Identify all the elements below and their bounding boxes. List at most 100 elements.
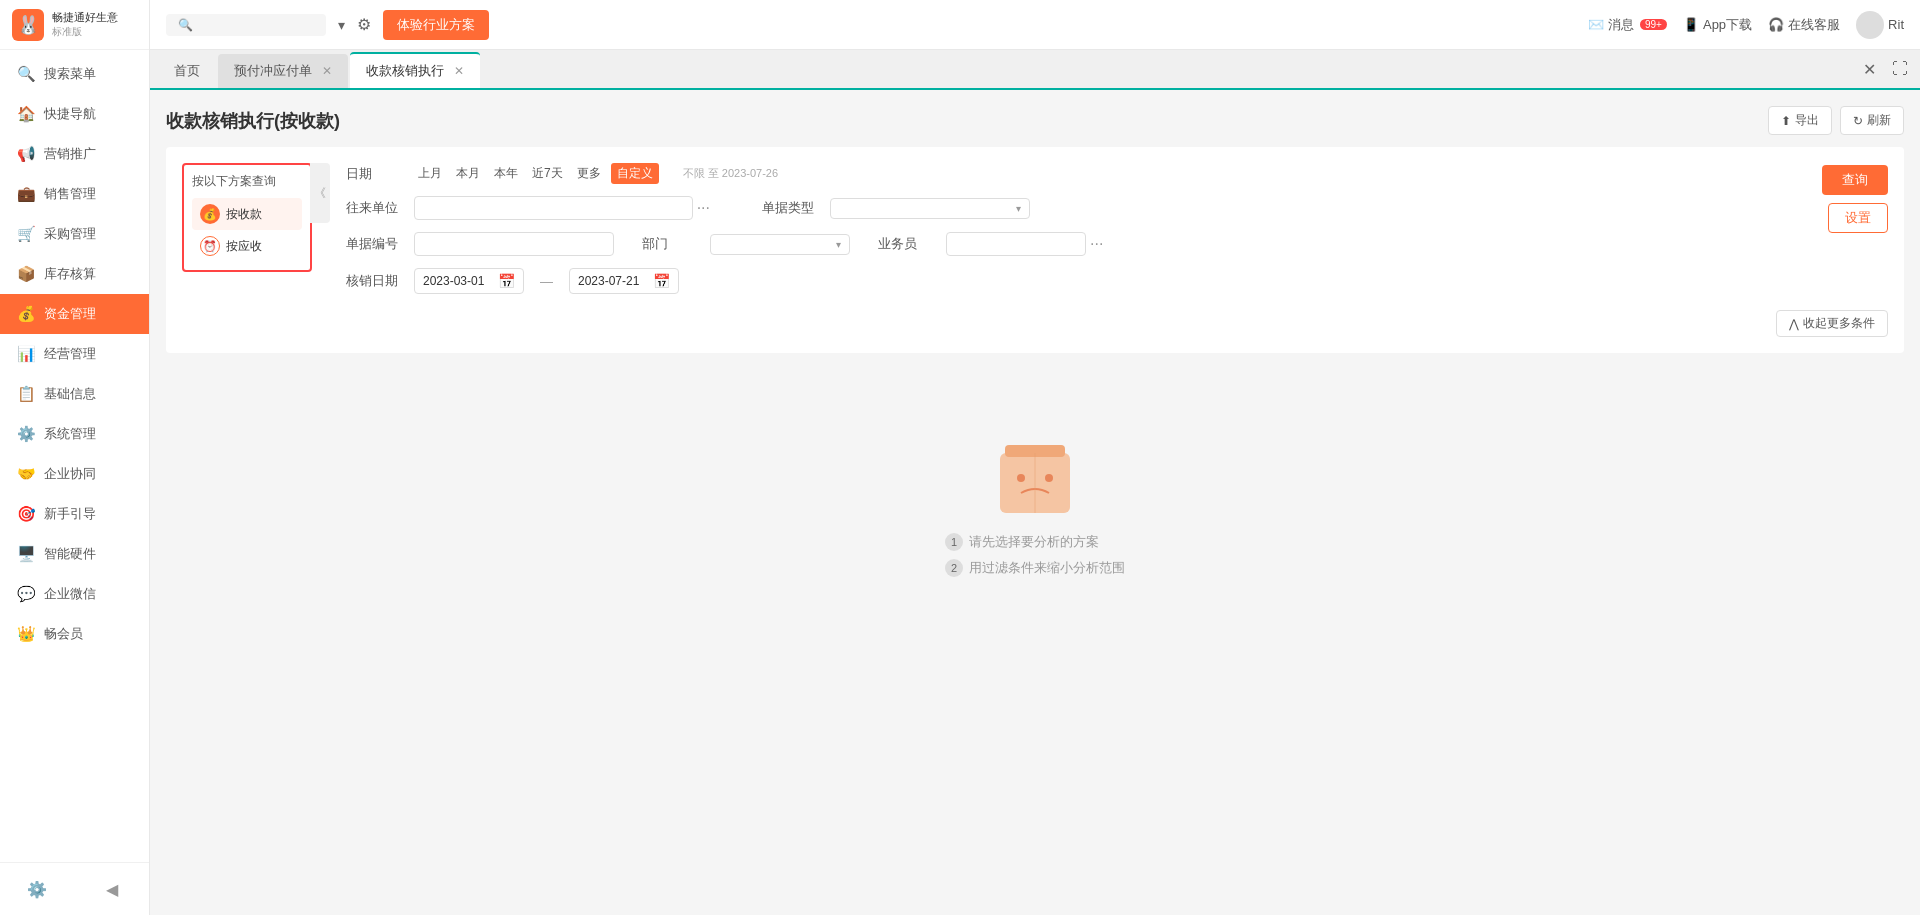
logo-icon: 🐰	[12, 9, 44, 41]
wechat-icon: 💬	[16, 584, 36, 604]
writeoff-date-end-group: 2023-07-21 📅	[569, 268, 679, 294]
topbar-search[interactable]: 🔍	[166, 14, 326, 36]
sidebar-item-sales[interactable]: 💼 销售管理	[0, 174, 149, 214]
filter-settings-button[interactable]: 设置	[1828, 203, 1888, 233]
sidebar-item-basic[interactable]: 📋 基础信息	[0, 374, 149, 414]
writeoff-date-end[interactable]: 2023-07-21 📅	[569, 268, 679, 294]
export-button[interactable]: ⬆ 导出	[1768, 106, 1832, 135]
logo-sub: 标准版	[52, 25, 118, 39]
refresh-label: 刷新	[1867, 112, 1891, 129]
salesperson-more-btn[interactable]: ···	[1086, 235, 1107, 253]
sidebar-menu: 🔍 搜索菜单 🏠 快捷导航 📢 营销推广 💼 销售管理 🛒 采购管理 📦 库存核…	[0, 50, 149, 862]
sidebar-item-label-wechat: 企业微信	[44, 585, 96, 603]
topbar: 🔍 ▾ ⚙ 体验行业方案 ✉️ 消息 99+ 📱 App下载 🎧 在线客服 Ri…	[150, 0, 1920, 50]
sidebar-item-label-enterprise: 企业协同	[44, 465, 96, 483]
doc-number-input[interactable]	[414, 232, 614, 256]
collection-tab-label: 收款核销执行	[366, 62, 444, 80]
main-area: 🔍 ▾ ⚙ 体验行业方案 ✉️ 消息 99+ 📱 App下载 🎧 在线客服 Ri…	[150, 0, 1920, 915]
sidebar-item-label-vip: 畅会员	[44, 625, 83, 643]
app-download-label: App下载	[1703, 16, 1752, 34]
writeoff-date-label: 核销日期	[346, 272, 398, 290]
filter-by-collection[interactable]: 💰 按收款	[192, 198, 302, 230]
collapse-more-btn[interactable]: ⋀ 收起更多条件	[1776, 310, 1888, 337]
salesperson-input[interactable]	[946, 232, 1086, 256]
tab-collection-close[interactable]: ✕	[454, 64, 464, 78]
sidebar-item-system[interactable]: ⚙️ 系统管理	[0, 414, 149, 454]
sidebar-item-hardware[interactable]: 🖥️ 智能硬件	[0, 534, 149, 574]
tab-prepay[interactable]: 预付冲应付单 ✕	[218, 54, 348, 88]
collapse-label: 收起更多条件	[1803, 315, 1875, 332]
user-avatar	[1856, 11, 1884, 39]
sidebar-item-label-search: 搜索菜单	[44, 65, 96, 83]
date-label: 日期	[346, 165, 398, 183]
receivable-option-label: 按应收	[226, 238, 262, 255]
filter-row-writeoff: 核销日期 2023-03-01 📅 — 2023-07-21	[346, 268, 1810, 294]
sidebar-item-inventory[interactable]: 📦 库存核算	[0, 254, 149, 294]
writeoff-end-value: 2023-07-21	[578, 274, 639, 288]
close-tab-btn[interactable]: ✕	[1859, 58, 1880, 81]
query-button[interactable]: 查询	[1822, 165, 1888, 195]
user-name: Rit	[1888, 17, 1904, 32]
home-tab-label: 首页	[174, 62, 200, 80]
filter-panel: 按以下方案查询 💰 按收款 ⏰ 按应收 《	[166, 147, 1904, 353]
collapse-sidebar-btn[interactable]: ◀	[94, 871, 130, 907]
search-icon: 🔍	[16, 64, 36, 84]
svg-point-3	[1045, 474, 1053, 482]
sidebar-item-shortcuts[interactable]: 🏠 快捷导航	[0, 94, 149, 134]
topbar-dropdown[interactable]: ▾	[338, 17, 345, 33]
sidebar-item-enterprise[interactable]: 🤝 企业协同	[0, 454, 149, 494]
app-download-btn[interactable]: 📱 App下载	[1683, 16, 1752, 34]
maximize-tab-btn[interactable]: ⛶	[1888, 58, 1912, 81]
settings-footer-btn[interactable]: ⚙️	[19, 871, 55, 907]
topbar-gear-btn[interactable]: ⚙	[357, 15, 371, 34]
sidebar-item-finance[interactable]: 💰 资金管理	[0, 294, 149, 334]
tab-prepay-close[interactable]: ✕	[322, 64, 332, 78]
counterparty-more-btn[interactable]: ···	[693, 199, 714, 217]
date-shortcut-this-year[interactable]: 本年	[490, 163, 522, 184]
department-select[interactable]: ▾	[710, 234, 850, 255]
date-shortcut-7days[interactable]: 近7天	[528, 163, 567, 184]
message-icon: ✉️	[1588, 17, 1604, 32]
writeoff-date-start[interactable]: 2023-03-01 📅	[414, 268, 524, 294]
user-profile-btn[interactable]: Rit	[1856, 11, 1904, 39]
sidebar-item-search[interactable]: 🔍 搜索菜单	[0, 54, 149, 94]
message-btn[interactable]: ✉️ 消息 99+	[1588, 16, 1667, 34]
refresh-button[interactable]: ↻ 刷新	[1840, 106, 1904, 135]
sidebar-item-guide[interactable]: 🎯 新手引导	[0, 494, 149, 534]
sidebar-item-operations[interactable]: 📊 经营管理	[0, 334, 149, 374]
counterparty-label: 往来单位	[346, 199, 398, 217]
tab-collection[interactable]: 收款核销执行 ✕	[350, 52, 480, 88]
hint-text-2: 用过滤条件来缩小分析范围	[969, 559, 1125, 577]
sidebar-item-wechat[interactable]: 💬 企业微信	[0, 574, 149, 614]
date-shortcut-more[interactable]: 更多	[573, 163, 605, 184]
topbar-right: ✉️ 消息 99+ 📱 App下载 🎧 在线客服 Rit	[1588, 11, 1904, 39]
solution-button[interactable]: 体验行业方案	[383, 10, 489, 40]
tab-bar: 首页 预付冲应付单 ✕ 收款核销执行 ✕ ✕ ⛶	[150, 50, 1920, 90]
enterprise-icon: 🤝	[16, 464, 36, 484]
sidebar-item-vip[interactable]: 👑 畅会员	[0, 614, 149, 654]
sidebar-item-label-finance: 资金管理	[44, 305, 96, 323]
sidebar-item-marketing[interactable]: 📢 营销推广	[0, 134, 149, 174]
shortcuts-icon: 🏠	[16, 104, 36, 124]
doc-number-label: 单据编号	[346, 235, 398, 253]
filter-row-counterparty: 往来单位 ··· 单据类型 ▾	[346, 196, 1810, 220]
page-title: 收款核销执行(按收款)	[166, 109, 340, 133]
empty-svg	[985, 413, 1085, 523]
sidebar-item-purchase[interactable]: 🛒 采购管理	[0, 214, 149, 254]
export-icon: ⬆	[1781, 114, 1791, 128]
hint-num-2: 2	[945, 559, 963, 577]
date-shortcut-this-month[interactable]: 本月	[452, 163, 484, 184]
collapse-filter-sidebar-btn[interactable]: 《	[310, 163, 330, 223]
online-service-btn[interactable]: 🎧 在线客服	[1768, 16, 1840, 34]
app-icon: 📱	[1683, 17, 1699, 32]
tab-home[interactable]: 首页	[158, 54, 216, 88]
date-shortcut-custom[interactable]: 自定义	[611, 163, 659, 184]
counterparty-input[interactable]	[414, 196, 693, 220]
doc-type-select[interactable]: ▾	[830, 198, 1030, 219]
sidebar: 🐰 畅捷通好生意 标准版 🔍 搜索菜单 🏠 快捷导航 📢 营销推广 💼 销售管理…	[0, 0, 150, 915]
sidebar-item-label-system: 系统管理	[44, 425, 96, 443]
basic-icon: 📋	[16, 384, 36, 404]
date-shortcut-last-month[interactable]: 上月	[414, 163, 446, 184]
sidebar-footer: ⚙️ ◀	[0, 862, 149, 915]
filter-by-receivable[interactable]: ⏰ 按应收	[192, 230, 302, 262]
